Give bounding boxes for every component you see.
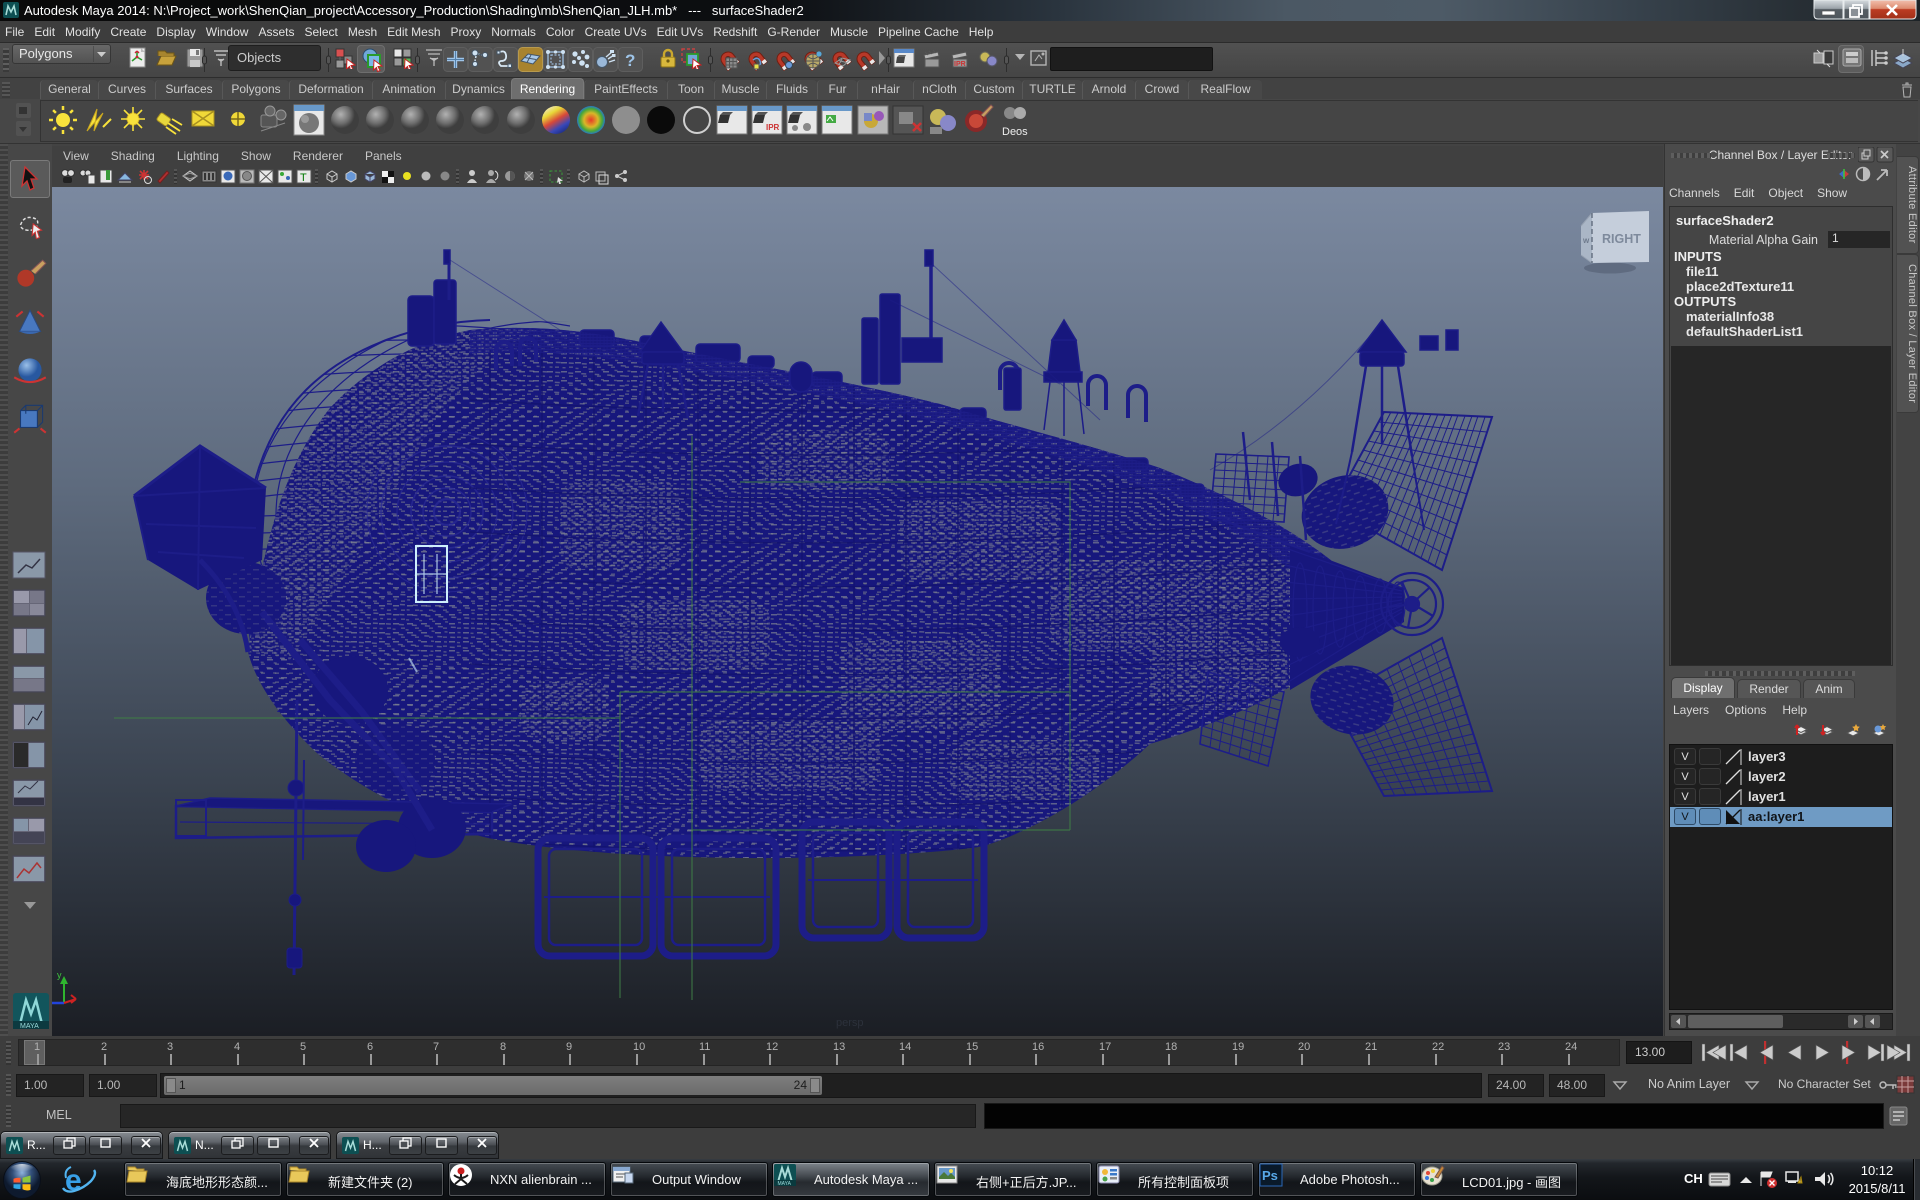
svg-text:persp: persp: [836, 1017, 864, 1029]
svg-text:MAYA: MAYA: [778, 1181, 792, 1187]
svg-text:Ps: Ps: [1262, 1168, 1278, 1183]
svg-text:IPR: IPR: [766, 123, 780, 132]
svg-text:IPR: IPR: [954, 61, 966, 68]
svg-text:w: w: [1582, 236, 1590, 245]
svg-text:T: T: [300, 172, 307, 184]
svg-text:Deos: Deos: [1002, 126, 1028, 138]
svg-text:?: ?: [625, 51, 635, 70]
svg-text:MAYA: MAYA: [20, 1023, 39, 1030]
svg-text:RIGHT: RIGHT: [1602, 232, 1641, 246]
svg-text:y: y: [57, 970, 62, 980]
